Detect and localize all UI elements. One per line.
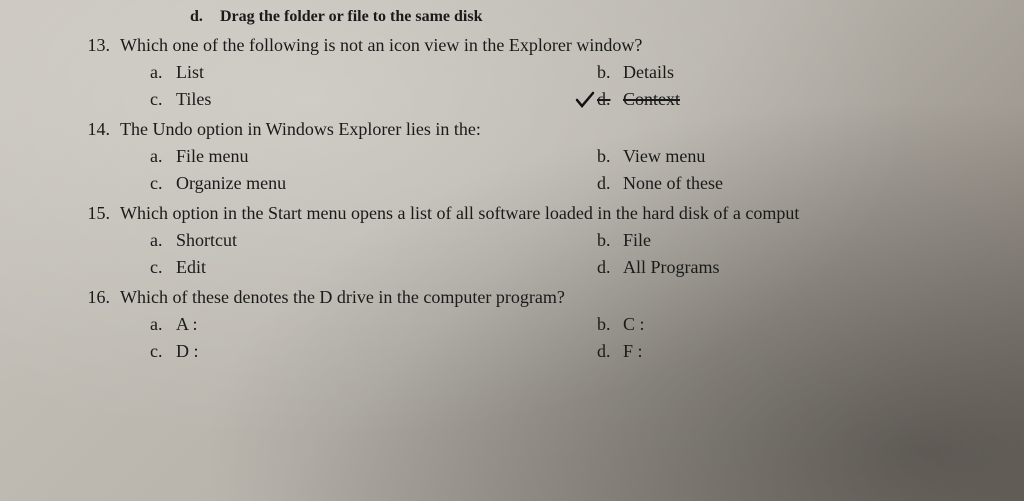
option-letter: b. [597, 230, 623, 251]
option-a: a. File menu [150, 146, 557, 167]
question-14: 14. The Undo option in Windows Explorer … [20, 119, 1004, 194]
option-text: Edit [176, 257, 206, 278]
question-15: 15. Which option in the Start menu opens… [20, 203, 1004, 278]
option-letter: d. [597, 257, 623, 278]
option-d: d. Context [597, 89, 1004, 110]
option-text: Details [623, 62, 674, 83]
option-letter: b. [597, 62, 623, 83]
option-c: c. Edit [150, 257, 557, 278]
question-16: 16. Which of these denotes the D drive i… [20, 287, 1004, 362]
option-text: View menu [623, 146, 705, 167]
question-text: Which one of the following is not an ico… [120, 35, 1004, 56]
option-text: F : [623, 341, 643, 362]
option-text: List [176, 62, 204, 83]
option-letter: a. [150, 314, 176, 335]
option-a: a. A : [150, 314, 557, 335]
option-text: D : [176, 341, 199, 362]
option-text: All Programs [623, 257, 720, 278]
option-letter: b. [597, 314, 623, 335]
option-letter: d. [597, 89, 623, 110]
question-number: 13. [20, 35, 120, 56]
checkmark-icon [575, 91, 595, 109]
question-text: Which of these denotes the D drive in th… [120, 287, 1004, 308]
option-d: d. F : [597, 341, 1004, 362]
option-text: None of these [623, 173, 723, 194]
option-c: c. D : [150, 341, 557, 362]
option-letter: a. [150, 146, 176, 167]
option-letter: c. [150, 89, 176, 110]
option-letter: c. [150, 341, 176, 362]
option-text: Drag the folder or file to the same disk [220, 8, 482, 25]
question-number: 15. [20, 203, 120, 224]
option-c: c. Tiles [150, 89, 557, 110]
option-b: b. File [597, 230, 1004, 251]
option-letter: c. [150, 257, 176, 278]
option-c: c. Organize menu [150, 173, 557, 194]
question-number: 16. [20, 287, 120, 308]
option-d: d. None of these [597, 173, 1004, 194]
option-letter: c. [150, 173, 176, 194]
question-number: 14. [20, 119, 120, 140]
option-a: a. List [150, 62, 557, 83]
options-grid: a. File menu b. View menu c. Organize me… [150, 146, 1004, 194]
option-text: Organize menu [176, 173, 286, 194]
option-text: File menu [176, 146, 249, 167]
option-letter: a. [150, 230, 176, 251]
option-b: b. C : [597, 314, 1004, 335]
option-letter: d. [597, 341, 623, 362]
option-text: C : [623, 314, 645, 335]
option-letter: b. [597, 146, 623, 167]
exam-page: d. Drag the folder or file to the same d… [20, 8, 1004, 362]
option-a: a. Shortcut [150, 230, 557, 251]
option-d: d. All Programs [597, 257, 1004, 278]
option-text: File [623, 230, 651, 251]
option-b: b. View menu [597, 146, 1004, 167]
option-letter: a. [150, 62, 176, 83]
option-text: Tiles [176, 89, 211, 110]
option-letter: d. [597, 173, 623, 194]
option-text: A : [176, 314, 198, 335]
question-text: Which option in the Start menu opens a l… [120, 203, 1004, 224]
option-text: Shortcut [176, 230, 237, 251]
option-b: b. Details [597, 62, 1004, 83]
question-13: 13. Which one of the following is not an… [20, 35, 1004, 110]
option-letter: d. [190, 8, 216, 26]
question-text: The Undo option in Windows Explorer lies… [120, 119, 1004, 140]
stray-option: d. Drag the folder or file to the same d… [190, 8, 1004, 26]
options-grid: a. List b. Details c. Tiles d. Context [150, 62, 1004, 110]
options-grid: a. A : b. C : c. D : d. F : [150, 314, 1004, 362]
options-grid: a. Shortcut b. File c. Edit d. All Progr… [150, 230, 1004, 278]
option-text: Context [623, 89, 680, 110]
